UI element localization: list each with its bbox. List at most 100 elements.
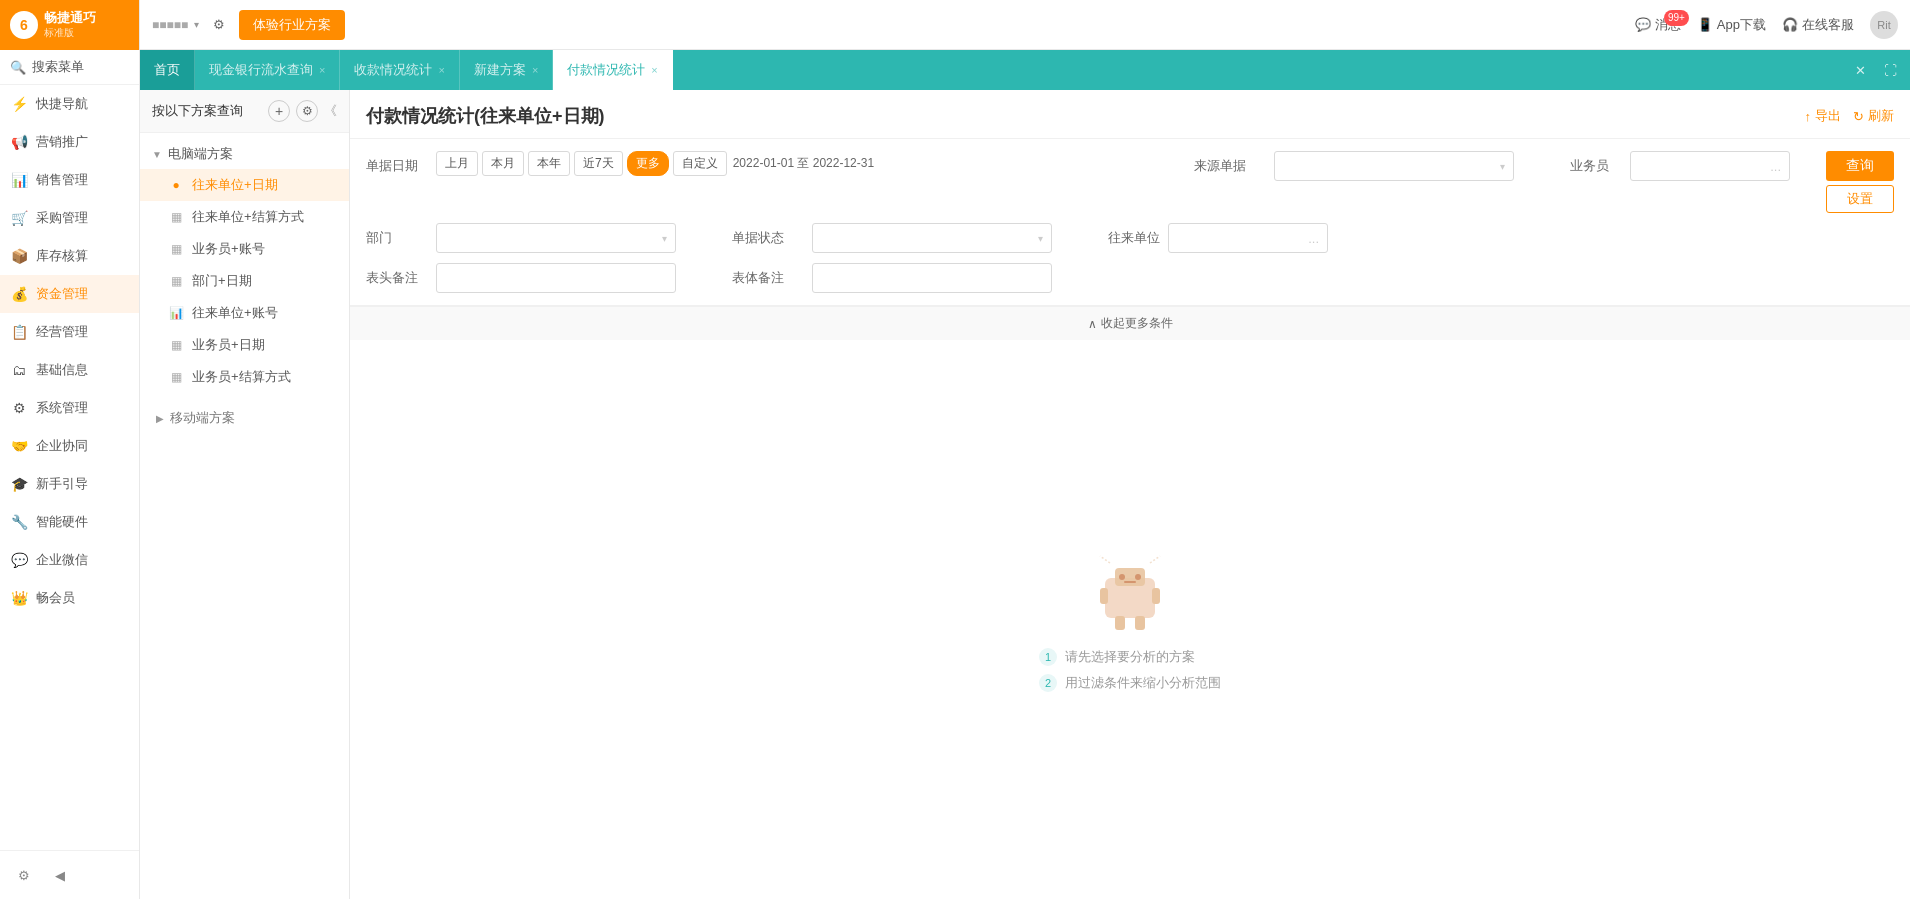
mobile-group-header[interactable]: ▶ 移动端方案 — [140, 403, 349, 433]
header-note-input[interactable] — [436, 263, 676, 293]
sidebar-item-capital[interactable]: 💰 资金管理 — [0, 275, 139, 313]
app-download-btn[interactable]: 📱 App下载 — [1697, 16, 1766, 34]
sidebar-item-label: 企业微信 — [36, 551, 88, 569]
sidebar-item-hardware[interactable]: 🔧 智能硬件 — [0, 503, 139, 541]
scheme-counterpart-account[interactable]: 📊 往来单位+账号 — [140, 297, 349, 329]
quicknav-icon: ⚡ — [10, 95, 28, 113]
sidebar-item-label: 快捷导航 — [36, 95, 88, 113]
dept-select[interactable]: ▾ — [436, 223, 676, 253]
scheme-label: 业务员+日期 — [192, 336, 265, 354]
btn-this-month[interactable]: 本月 — [482, 151, 524, 176]
svg-point-3 — [1135, 574, 1141, 580]
industry-btn[interactable]: 体验行业方案 — [239, 10, 345, 40]
add-scheme-btn[interactable]: + — [268, 100, 290, 122]
download-icon: 📱 — [1697, 17, 1713, 32]
scheme-table-icon4: ▦ — [168, 337, 184, 353]
left-panel: 按以下方案查询 + ⚙ 《 ▼ 电脑端方案 ● 往来单位+日期 ▦ 往来单位+结… — [140, 90, 350, 899]
tab-receipt-stats[interactable]: 收款情况统计 × — [340, 50, 459, 90]
tab-bank-flow-close[interactable]: × — [319, 64, 325, 76]
refresh-btn[interactable]: ↻ 刷新 — [1853, 107, 1894, 125]
scheme-label: 往来单位+结算方式 — [192, 208, 304, 226]
sidebar-item-system[interactable]: ⚙ 系统管理 — [0, 389, 139, 427]
close-all-btn[interactable]: ✕ — [1848, 58, 1872, 82]
btn-more[interactable]: 更多 — [627, 151, 669, 176]
dept-label: 部门 — [366, 223, 436, 247]
scheme-counterpart-settlement[interactable]: ▦ 往来单位+结算方式 — [140, 201, 349, 233]
footer-collapse-btn[interactable]: ◀ — [46, 861, 74, 889]
maximize-btn[interactable]: ⛶ — [1878, 58, 1902, 82]
footer-settings-btn[interactable]: ⚙ — [10, 861, 38, 889]
sidebar-item-enterprise[interactable]: 🤝 企业协同 — [0, 427, 139, 465]
sidebar-item-basic[interactable]: 🗂 基础信息 — [0, 351, 139, 389]
collapse-more-bar[interactable]: ∧ 收起更多条件 — [350, 306, 1910, 340]
counterpart-select[interactable]: ... — [1168, 223, 1328, 253]
export-btn[interactable]: ↑ 导出 — [1805, 107, 1842, 125]
salesman-dots[interactable]: ... — [1770, 159, 1781, 174]
dept-select-arrow: ▾ — [662, 233, 667, 244]
panel-collapse-btn[interactable]: 《 — [324, 102, 337, 120]
scheme-settings-btn[interactable]: ⚙ — [296, 100, 318, 122]
scheme-counterpart-date[interactable]: ● 往来单位+日期 — [140, 169, 349, 201]
export-icon: ↑ — [1805, 109, 1812, 124]
voucher-status-content: ▾ — [812, 223, 1092, 253]
scheme-dept-date[interactable]: ▦ 部门+日期 — [140, 265, 349, 297]
sidebar-item-stock[interactable]: 📦 库存核算 — [0, 237, 139, 275]
tab-payment-stats-close[interactable]: × — [651, 64, 657, 76]
sidebar-item-newguide[interactable]: 🎓 新手引导 — [0, 465, 139, 503]
topbar-settings-btn[interactable]: ⚙ — [205, 11, 233, 39]
desktop-scheme-group: ▼ 电脑端方案 ● 往来单位+日期 ▦ 往来单位+结算方式 ▦ 业务员+账号 ▦ — [140, 133, 349, 399]
filter-settings-btn[interactable]: 设置 — [1826, 185, 1894, 213]
page-header: 付款情况统计(往来单位+日期) ↑ 导出 ↻ 刷新 — [350, 90, 1910, 139]
btn-custom[interactable]: 自定义 — [673, 151, 727, 176]
sidebar-item-wechat[interactable]: 💬 企业微信 — [0, 541, 139, 579]
btn-last-7days[interactable]: 近7天 — [574, 151, 623, 176]
scheme-table-icon2: ▦ — [168, 241, 184, 257]
scheme-salesman-date[interactable]: ▦ 业务员+日期 — [140, 329, 349, 361]
sidebar-item-quicknav[interactable]: ⚡ 快捷导航 — [0, 85, 139, 123]
sidebar-item-label: 采购管理 — [36, 209, 88, 227]
salesman-filter-content: ... — [1630, 151, 1810, 181]
sidebar-item-marketing[interactable]: 📢 营销推广 — [0, 123, 139, 161]
scheme-table-icon5: ▦ — [168, 369, 184, 385]
source-select[interactable]: ▾ — [1274, 151, 1514, 181]
user-dropdown-arrow[interactable]: ▾ — [194, 19, 199, 30]
sidebar-item-operation[interactable]: 📋 经营管理 — [0, 313, 139, 351]
messages-btn[interactable]: 💬 消息 99+ — [1635, 16, 1681, 34]
sidebar-search[interactable]: 🔍 搜索菜单 — [0, 50, 139, 85]
salesman-select[interactable]: ... — [1630, 151, 1790, 181]
sidebar-header: 6 畅捷通巧 标准版 — [0, 0, 139, 50]
online-service-btn[interactable]: 🎧 在线客服 — [1782, 16, 1854, 34]
message-icon: 💬 — [1635, 17, 1651, 32]
tab-receipt-stats-close[interactable]: × — [438, 64, 444, 76]
empty-tip-2: 2 用过滤条件来缩小分析范围 — [1039, 674, 1221, 692]
tab-bank-flow[interactable]: 现金银行流水查询 × — [195, 50, 340, 90]
operation-icon: 📋 — [10, 323, 28, 341]
counterpart-label: 往来单位 — [1108, 223, 1168, 247]
svg-line-9 — [1100, 556, 1110, 563]
collapse-up-icon: ∧ — [1088, 317, 1097, 331]
filter-row-2: 部门 ▾ 单据状态 ▾ 往来单位 — [366, 223, 1894, 253]
sidebar-item-label: 库存核算 — [36, 247, 88, 265]
scheme-label: 业务员+结算方式 — [192, 368, 291, 386]
user-avatar[interactable]: Rit — [1870, 11, 1898, 39]
member-icon: 👑 — [10, 589, 28, 607]
voucher-status-select[interactable]: ▾ — [812, 223, 1052, 253]
counterpart-dots[interactable]: ... — [1308, 231, 1319, 246]
scheme-salesman-account[interactable]: ▦ 业务员+账号 — [140, 233, 349, 265]
mobile-group-label: 移动端方案 — [170, 409, 235, 427]
scheme-salesman-settlement[interactable]: ▦ 业务员+结算方式 — [140, 361, 349, 393]
query-btn[interactable]: 查询 — [1826, 151, 1894, 181]
sidebar-item-member[interactable]: 👑 畅会员 — [0, 579, 139, 617]
btn-last-month[interactable]: 上月 — [436, 151, 478, 176]
tab-new-scheme-close[interactable]: × — [532, 64, 538, 76]
btn-this-year[interactable]: 本年 — [528, 151, 570, 176]
body-note-input[interactable] — [812, 263, 1052, 293]
collapse-more-label: 收起更多条件 — [1101, 315, 1173, 332]
desktop-group-header[interactable]: ▼ 电脑端方案 — [140, 139, 349, 169]
tab-home[interactable]: 首页 — [140, 50, 195, 90]
tab-payment-stats[interactable]: 付款情况统计 × — [553, 50, 672, 90]
tab-new-scheme[interactable]: 新建方案 × — [460, 50, 553, 90]
sidebar-item-purchase[interactable]: 🛒 采购管理 — [0, 199, 139, 237]
app-name: 畅捷通巧 — [44, 10, 96, 26]
sidebar-item-sales[interactable]: 📊 销售管理 — [0, 161, 139, 199]
